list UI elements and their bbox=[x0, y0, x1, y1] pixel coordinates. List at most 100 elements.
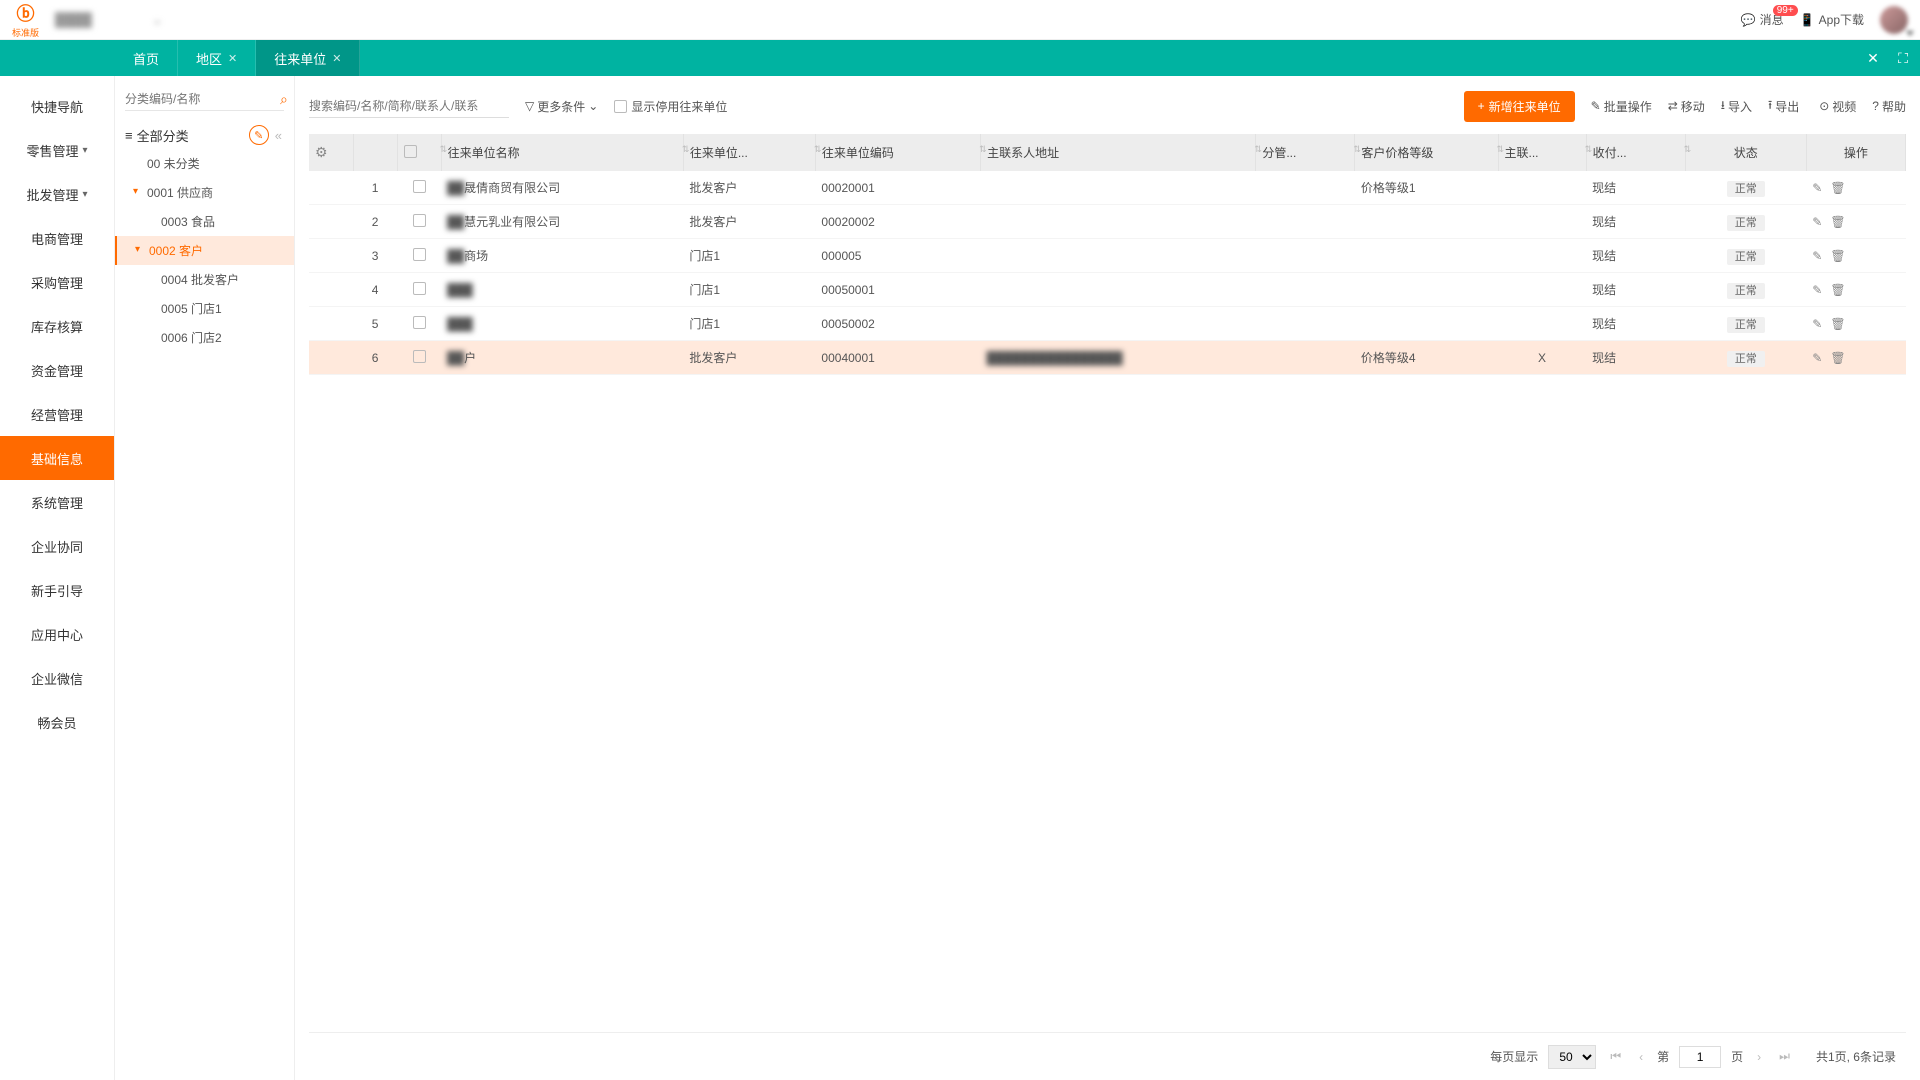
row-checkbox[interactable] bbox=[413, 282, 426, 295]
nav-item-8[interactable]: 经营管理 bbox=[0, 392, 114, 436]
close-icon[interactable]: ✕ bbox=[228, 52, 237, 65]
tree-node-4[interactable]: 0004 批发客户 bbox=[115, 265, 294, 294]
last-page-button[interactable]: ⏭ bbox=[1775, 1047, 1794, 1066]
add-unit-button[interactable]: +新增往来单位 bbox=[1464, 91, 1575, 122]
close-all-tabs-icon[interactable]: ✕ bbox=[1862, 47, 1884, 69]
col-addr[interactable]: 主联系人地址 bbox=[981, 134, 1256, 171]
row-checkbox[interactable] bbox=[413, 180, 426, 193]
row-checkbox[interactable] bbox=[413, 248, 426, 261]
delete-row-icon[interactable]: 🗑 bbox=[1830, 317, 1845, 331]
nav-item-2[interactable]: 零售管理▾ bbox=[0, 128, 114, 172]
edit-row-icon[interactable]: ✎ bbox=[1812, 283, 1822, 297]
tree-root-label[interactable]: 全部分类 bbox=[137, 126, 189, 145]
tree-node-5[interactable]: 0005 门店1 bbox=[115, 294, 294, 323]
nav-item-15[interactable]: 畅会员 bbox=[0, 700, 114, 744]
next-page-button[interactable]: › bbox=[1753, 1048, 1765, 1066]
delete-row-icon[interactable]: 🗑 bbox=[1830, 283, 1845, 297]
tree-node-1[interactable]: ▾0001 供应商 bbox=[115, 178, 294, 207]
nav-item-12[interactable]: 新手引导 bbox=[0, 568, 114, 612]
tree-node-label: 00 未分类 bbox=[147, 157, 200, 171]
move-icon: ⇄ bbox=[1668, 99, 1678, 113]
nav-item-6[interactable]: 库存核算 bbox=[0, 304, 114, 348]
tree-node-label: 0005 门店1 bbox=[161, 302, 222, 316]
tree-node-2[interactable]: 0003 食品 bbox=[115, 207, 294, 236]
export-button[interactable]: ⭱导出 bbox=[1768, 96, 1799, 117]
edit-row-icon[interactable]: ✎ bbox=[1812, 317, 1822, 331]
col-select-all[interactable] bbox=[397, 134, 441, 171]
move-button[interactable]: ⇄移动 bbox=[1668, 98, 1705, 115]
import-button[interactable]: ⭳导入 bbox=[1721, 96, 1752, 117]
org-selector[interactable]: ████ ⌄ bbox=[47, 10, 171, 30]
prev-page-button[interactable]: ‹ bbox=[1635, 1048, 1647, 1066]
batch-button[interactable]: ✎批量操作 bbox=[1591, 98, 1652, 115]
nav-item-14[interactable]: 企业微信 bbox=[0, 656, 114, 700]
delete-row-icon[interactable]: 🗑 bbox=[1830, 215, 1845, 229]
pager-summary: 共1页, 6条记录 bbox=[1816, 1048, 1896, 1065]
row-checkbox[interactable] bbox=[413, 316, 426, 329]
col-mgr[interactable]: 分管... bbox=[1256, 134, 1355, 171]
delete-row-icon[interactable]: 🗑 bbox=[1830, 181, 1845, 195]
search-icon[interactable]: ⌕ bbox=[280, 91, 288, 108]
main-pane: ▽更多条件⌄ 显示停用往来单位 +新增往来单位 ✎批量操作 ⇄移动 ⭳导入 ⭱导… bbox=[295, 76, 1920, 1080]
edit-row-icon[interactable]: ✎ bbox=[1812, 249, 1822, 263]
col-settings[interactable]: ⚙ bbox=[309, 134, 353, 171]
avatar[interactable] bbox=[1880, 6, 1908, 34]
nav-item-11[interactable]: 企业协同 bbox=[0, 524, 114, 568]
fullscreen-icon[interactable]: ⛶ bbox=[1892, 47, 1914, 69]
col-contact[interactable]: 主联... bbox=[1498, 134, 1586, 171]
table-row[interactable]: 3██商场门店1000005现结正常✎🗑 bbox=[309, 239, 1906, 273]
top-header: ⓑ 标准版 ████ ⌄ 💬 消息 99+ 📱 App下载 bbox=[0, 0, 1920, 40]
tree-node-0[interactable]: 00 未分类 bbox=[115, 149, 294, 178]
row-checkbox[interactable] bbox=[413, 214, 426, 227]
edit-row-icon[interactable]: ✎ bbox=[1812, 181, 1822, 195]
nav-item-10[interactable]: 系统管理 bbox=[0, 480, 114, 524]
nav-item-9[interactable]: 基础信息 bbox=[0, 436, 114, 480]
edit-row-icon[interactable]: ✎ bbox=[1812, 351, 1822, 365]
delete-row-icon[interactable]: 🗑 bbox=[1830, 249, 1845, 263]
tab-1[interactable]: 地区✕ bbox=[178, 40, 256, 76]
page-input[interactable] bbox=[1679, 1046, 1721, 1068]
table-row[interactable]: 1██晟倩商贸有限公司批发客户00020001价格等级1现结正常✎🗑 bbox=[309, 171, 1906, 205]
nav-item-4[interactable]: 电商管理 bbox=[0, 216, 114, 260]
page-size-select[interactable]: 50 bbox=[1548, 1045, 1596, 1069]
col-name[interactable]: 往来单位名称 bbox=[441, 134, 683, 171]
status-badge: 正常 bbox=[1727, 215, 1765, 231]
edit-tree-button[interactable]: ✎ bbox=[249, 125, 269, 145]
table-row[interactable]: 2██慧元乳业有限公司批发客户00020002现结正常✎🗑 bbox=[309, 205, 1906, 239]
collapse-tree-icon[interactable]: « bbox=[273, 126, 284, 145]
message-icon: 💬 bbox=[1741, 13, 1756, 27]
edit-row-icon[interactable]: ✎ bbox=[1812, 215, 1822, 229]
col-price[interactable]: 客户价格等级 bbox=[1355, 134, 1498, 171]
table-row[interactable]: 6██户批发客户00040001████████████████价格等级4X现结… bbox=[309, 341, 1906, 375]
tab-2[interactable]: 往来单位✕ bbox=[256, 40, 360, 76]
search-input[interactable] bbox=[309, 95, 509, 118]
tab-0[interactable]: 首页 bbox=[115, 40, 178, 76]
col-pay[interactable]: 收付... bbox=[1586, 134, 1685, 171]
nav-item-3[interactable]: 批发管理▾ bbox=[0, 172, 114, 216]
col-status[interactable]: 状态 bbox=[1685, 134, 1806, 171]
show-disabled-checkbox[interactable]: 显示停用往来单位 bbox=[614, 98, 727, 115]
table-row[interactable]: 5███门店100050002现结正常✎🗑 bbox=[309, 307, 1906, 341]
video-button[interactable]: ⊙视频 bbox=[1819, 98, 1856, 115]
nav-item-13[interactable]: 应用中心 bbox=[0, 612, 114, 656]
nav-item-7[interactable]: 资金管理 bbox=[0, 348, 114, 392]
tree-search-input[interactable] bbox=[125, 88, 280, 110]
nav-item-5[interactable]: 采购管理 bbox=[0, 260, 114, 304]
first-page-button[interactable]: ⏮ bbox=[1606, 1047, 1625, 1066]
row-checkbox[interactable] bbox=[413, 350, 426, 363]
more-filters-button[interactable]: ▽更多条件⌄ bbox=[525, 98, 598, 115]
app-download-button[interactable]: 📱 App下载 bbox=[1800, 11, 1864, 28]
messages-button[interactable]: 💬 消息 99+ bbox=[1741, 11, 1784, 28]
col-code[interactable]: 往来单位编码 bbox=[815, 134, 980, 171]
col-type[interactable]: 往来单位... bbox=[683, 134, 815, 171]
help-icon: ? bbox=[1872, 99, 1879, 113]
org-name: ████ bbox=[55, 12, 92, 27]
table-row[interactable]: 4███门店100050001现结正常✎🗑 bbox=[309, 273, 1906, 307]
delete-row-icon[interactable]: 🗑 bbox=[1830, 351, 1845, 365]
help-button[interactable]: ?帮助 bbox=[1872, 98, 1906, 115]
close-icon[interactable]: ✕ bbox=[332, 52, 341, 65]
tree-node-6[interactable]: 0006 门店2 bbox=[115, 323, 294, 352]
nav-item-1[interactable]: 快捷导航 bbox=[0, 84, 114, 128]
tree-node-3[interactable]: ▾0002 客户 bbox=[115, 236, 294, 265]
messages-badge: 99+ bbox=[1773, 5, 1798, 16]
